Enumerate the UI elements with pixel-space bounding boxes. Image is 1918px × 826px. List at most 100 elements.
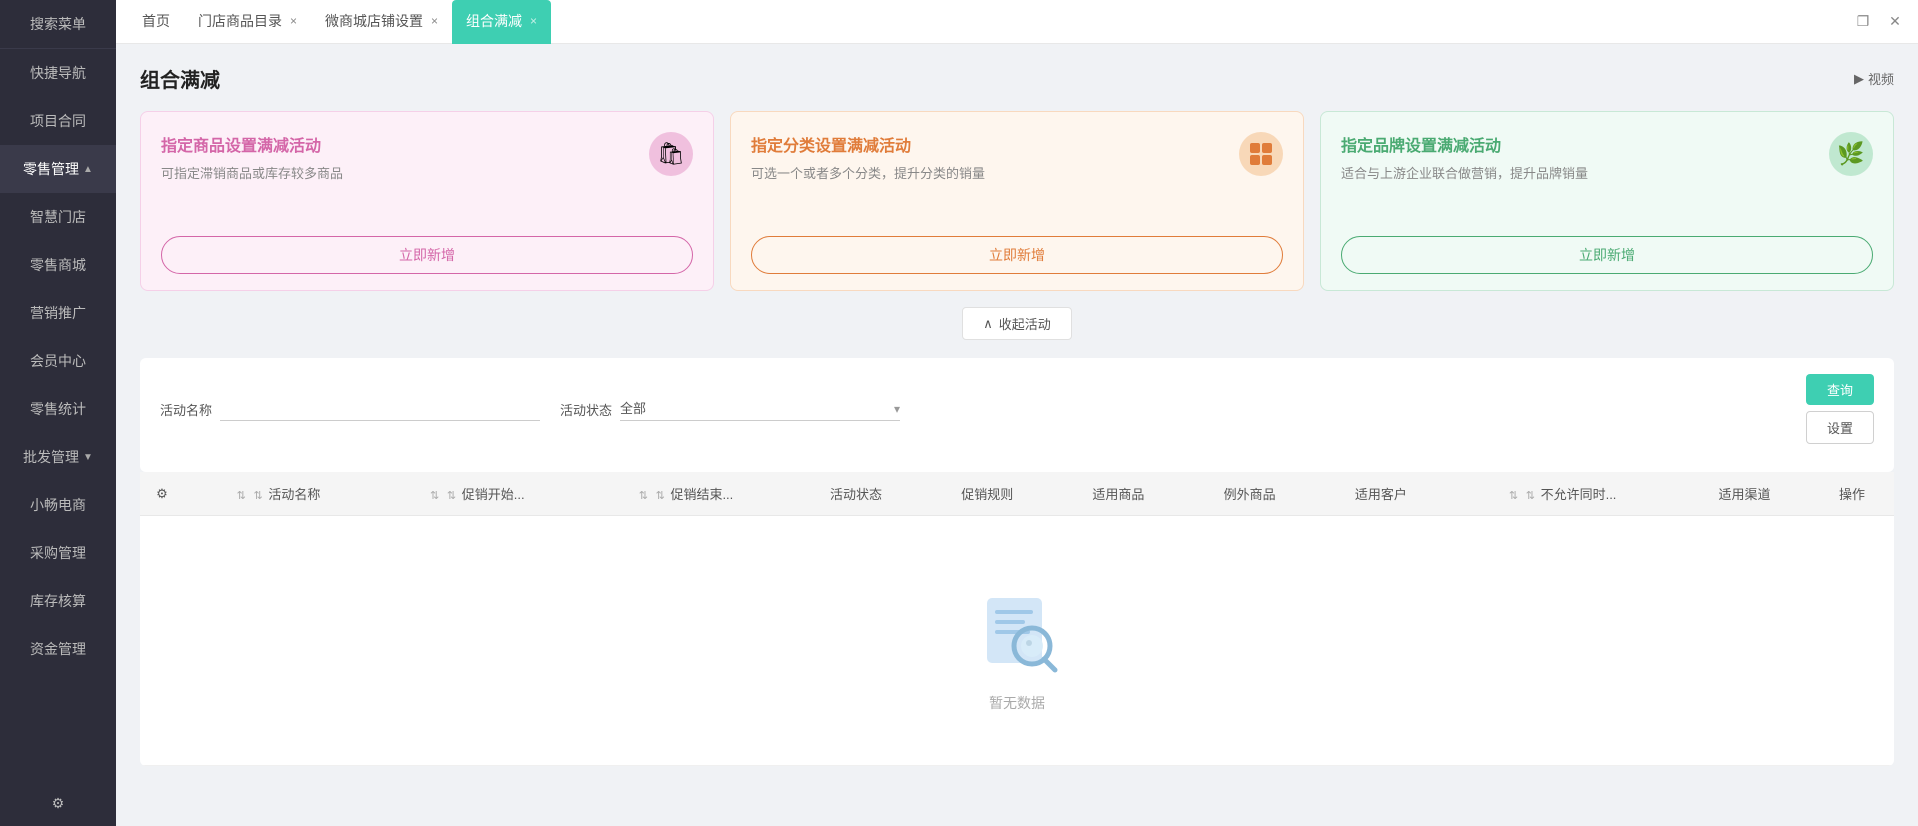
empty-illustration: [150, 588, 1884, 681]
table-col-applicable-customer: 适用客户: [1315, 472, 1446, 516]
filter-activity-status-label: 活动状态: [560, 400, 612, 419]
sidebar-item-label: 智慧门店: [30, 207, 86, 227]
chevron-down-icon: ▼: [83, 452, 93, 463]
activity-status-select[interactable]: 全部 进行中 未开始 已结束: [620, 397, 900, 421]
filter-activity-status: 活动状态 全部 进行中 未开始 已结束 ▾: [560, 397, 900, 421]
table-header-row: ⚙ ⇅ 活动名称 ⇅ 促销开始... ⇅ 促销结束...: [140, 472, 1894, 516]
data-table: ⚙ ⇅ 活动名称 ⇅ 促销开始... ⇅ 促销结束...: [140, 472, 1894, 766]
tab-combo-discount[interactable]: 组合满减 ×: [452, 0, 551, 44]
tab-bar-actions: ❐ ✕: [1852, 11, 1906, 33]
video-link[interactable]: ▶ 视频: [1854, 69, 1894, 88]
promo-card-desc: 适合与上游企业联合做营销，提升品牌销量: [1341, 164, 1873, 222]
chevron-up-icon: ▲: [83, 164, 93, 175]
sidebar-item-retail-stats[interactable]: 零售统计: [0, 385, 116, 433]
sidebar-item-marketing[interactable]: 营销推广: [0, 289, 116, 337]
sidebar-item-retail-mall[interactable]: 零售商城: [0, 241, 116, 289]
video-label: 视频: [1868, 69, 1894, 88]
tab-home[interactable]: 首页: [128, 0, 184, 44]
close-button[interactable]: ✕: [1884, 11, 1906, 33]
tab-close-icon[interactable]: ×: [290, 14, 297, 28]
filter-row: 活动名称 活动状态 全部 进行中 未开始 已结束 ▾: [160, 374, 1874, 444]
sidebar-item-purchase-manage[interactable]: 采购管理: [0, 529, 116, 577]
table-body: 暂无数据: [140, 516, 1894, 766]
collapse-bar: ∧ 收起活动: [140, 307, 1894, 340]
sidebar-item-xc-ecommerce[interactable]: 小畅电商: [0, 481, 116, 529]
table-col-no-concurrent[interactable]: ⇅ 不允许同时...: [1446, 472, 1678, 516]
promo-card-btn-brand[interactable]: 立即新增: [1341, 236, 1873, 274]
sidebar-search[interactable]: 搜索菜单: [0, 0, 116, 49]
empty-state: 暂无数据: [150, 528, 1884, 753]
sidebar-item-label: 零售统计: [30, 399, 86, 419]
collapse-button[interactable]: ∧ 收起活动: [962, 307, 1072, 340]
collapse-label: 收起活动: [999, 314, 1051, 333]
sidebar-item-member-center[interactable]: 会员中心: [0, 337, 116, 385]
table-col-activity-name[interactable]: ⇅ 活动名称: [184, 472, 373, 516]
tab-store-catalog[interactable]: 门店商品目录 ×: [184, 0, 311, 44]
sidebar-item-project-contract[interactable]: 项目合同: [0, 97, 116, 145]
promo-card-desc: 可选一个或者多个分类，提升分类的销量: [751, 164, 1283, 222]
sidebar-item-label: 资金管理: [30, 639, 86, 659]
promo-card-btn-category[interactable]: 立即新增: [751, 236, 1283, 274]
promo-cards: 指定商品设置满减活动 🛍 可指定滞销商品或库存较多商品 立即新增 指定分类设置满…: [140, 111, 1894, 291]
sidebar-item-label: 库存核算: [30, 591, 86, 611]
promo-card-category: 指定分类设置满减活动 可选一个或者多个分类，提升分类的销量 立即新增: [730, 111, 1304, 291]
promo-card-icon-category: [1239, 132, 1283, 176]
sidebar-item-label: 营销推广: [30, 303, 86, 323]
tab-close-icon[interactable]: ×: [530, 14, 537, 28]
table-col-gear[interactable]: ⚙: [140, 472, 184, 516]
sidebar-item-smart-store[interactable]: 智慧门店: [0, 193, 116, 241]
sidebar-item-label: 零售管理: [23, 159, 79, 179]
page-content: 组合满减 ▶ 视频 指定商品设置满减活动 🛍 可指定滞销商品或库存较多商品 立即…: [116, 44, 1918, 826]
promo-card-title: 指定分类设置满减活动: [751, 132, 1283, 156]
sidebar-item-wholesale-manage[interactable]: 批发管理 ▼: [0, 433, 116, 481]
tab-bar: 首页 门店商品目录 × 微商城店铺设置 × 组合满减 × ❐ ✕: [116, 0, 1918, 44]
tab-mini-store-settings[interactable]: 微商城店铺设置 ×: [311, 0, 452, 44]
restore-button[interactable]: ❐: [1852, 11, 1874, 33]
sidebar-item-label: 零售商城: [30, 255, 86, 275]
tab-label: 门店商品目录: [198, 11, 282, 31]
sidebar-item-label: 批发管理: [23, 447, 79, 467]
sidebar-settings[interactable]: ⚙: [0, 781, 116, 826]
table-col-promo-end[interactable]: ⇅ 促销结束...: [582, 472, 791, 516]
table-col-exception-goods: 例外商品: [1184, 472, 1315, 516]
chevron-up-icon: ∧: [983, 316, 993, 332]
sidebar-item-retail-manage[interactable]: 零售管理 ▲: [0, 145, 116, 193]
tab-label: 微商城店铺设置: [325, 11, 423, 31]
grid-icon: [1248, 141, 1274, 167]
page-title: 组合满减: [140, 64, 220, 93]
filter-actions: 查询 设置: [1806, 374, 1874, 444]
activity-name-input[interactable]: [220, 397, 540, 421]
table-col-promo-start[interactable]: ⇅ 促销开始...: [373, 472, 582, 516]
promo-card-goods: 指定商品设置满减活动 🛍 可指定滞销商品或库存较多商品 立即新增: [140, 111, 714, 291]
gear-icon: ⚙: [156, 486, 168, 501]
no-data-icon: [967, 588, 1067, 678]
promo-card-icon-goods: 🛍: [649, 132, 693, 176]
bag-icon: 🛍: [657, 141, 685, 167]
promo-card-btn-goods[interactable]: 立即新增: [161, 236, 693, 274]
table-section: ⚙ ⇅ 活动名称 ⇅ 促销开始... ⇅ 促销结束...: [140, 472, 1894, 766]
sidebar-item-label: 采购管理: [30, 543, 86, 563]
sidebar-item-label: 会员中心: [30, 351, 86, 371]
sidebar-item-inventory-calc[interactable]: 库存核算: [0, 577, 116, 625]
page-header: 组合满减 ▶ 视频: [140, 64, 1894, 93]
table-col-operations: 操作: [1810, 472, 1894, 516]
tab-label: 组合满减: [466, 11, 522, 31]
sort-icon: ⇅: [253, 490, 262, 502]
sidebar-item-quick-nav[interactable]: 快捷导航: [0, 49, 116, 97]
empty-text: 暂无数据: [150, 693, 1884, 713]
activity-status-select-wrapper: 全部 进行中 未开始 已结束 ▾: [620, 397, 900, 421]
promo-card-title: 指定商品设置满减活动: [161, 132, 693, 156]
play-circle-icon: ▶: [1854, 71, 1864, 87]
gear-icon: ⚙: [52, 795, 65, 811]
empty-state-row: 暂无数据: [140, 516, 1894, 766]
sidebar: 搜索菜单 快捷导航 项目合同 零售管理 ▲ 智慧门店 零售商城 营销推广 会员中…: [0, 0, 116, 826]
table-col-applicable-goods: 适用商品: [1053, 472, 1184, 516]
tab-close-icon[interactable]: ×: [431, 14, 438, 28]
sidebar-item-fund-manage[interactable]: 资金管理: [0, 625, 116, 673]
settings-button[interactable]: 设置: [1806, 411, 1874, 444]
sort-icon: ⇅: [1526, 490, 1535, 502]
query-button[interactable]: 查询: [1806, 374, 1874, 405]
table-col-promo-rule: 促销规则: [922, 472, 1053, 516]
promo-card-desc: 可指定滞销商品或库存较多商品: [161, 164, 693, 222]
main-content: 首页 门店商品目录 × 微商城店铺设置 × 组合满减 × ❐ ✕ 组合满减 ▶ …: [116, 0, 1918, 826]
